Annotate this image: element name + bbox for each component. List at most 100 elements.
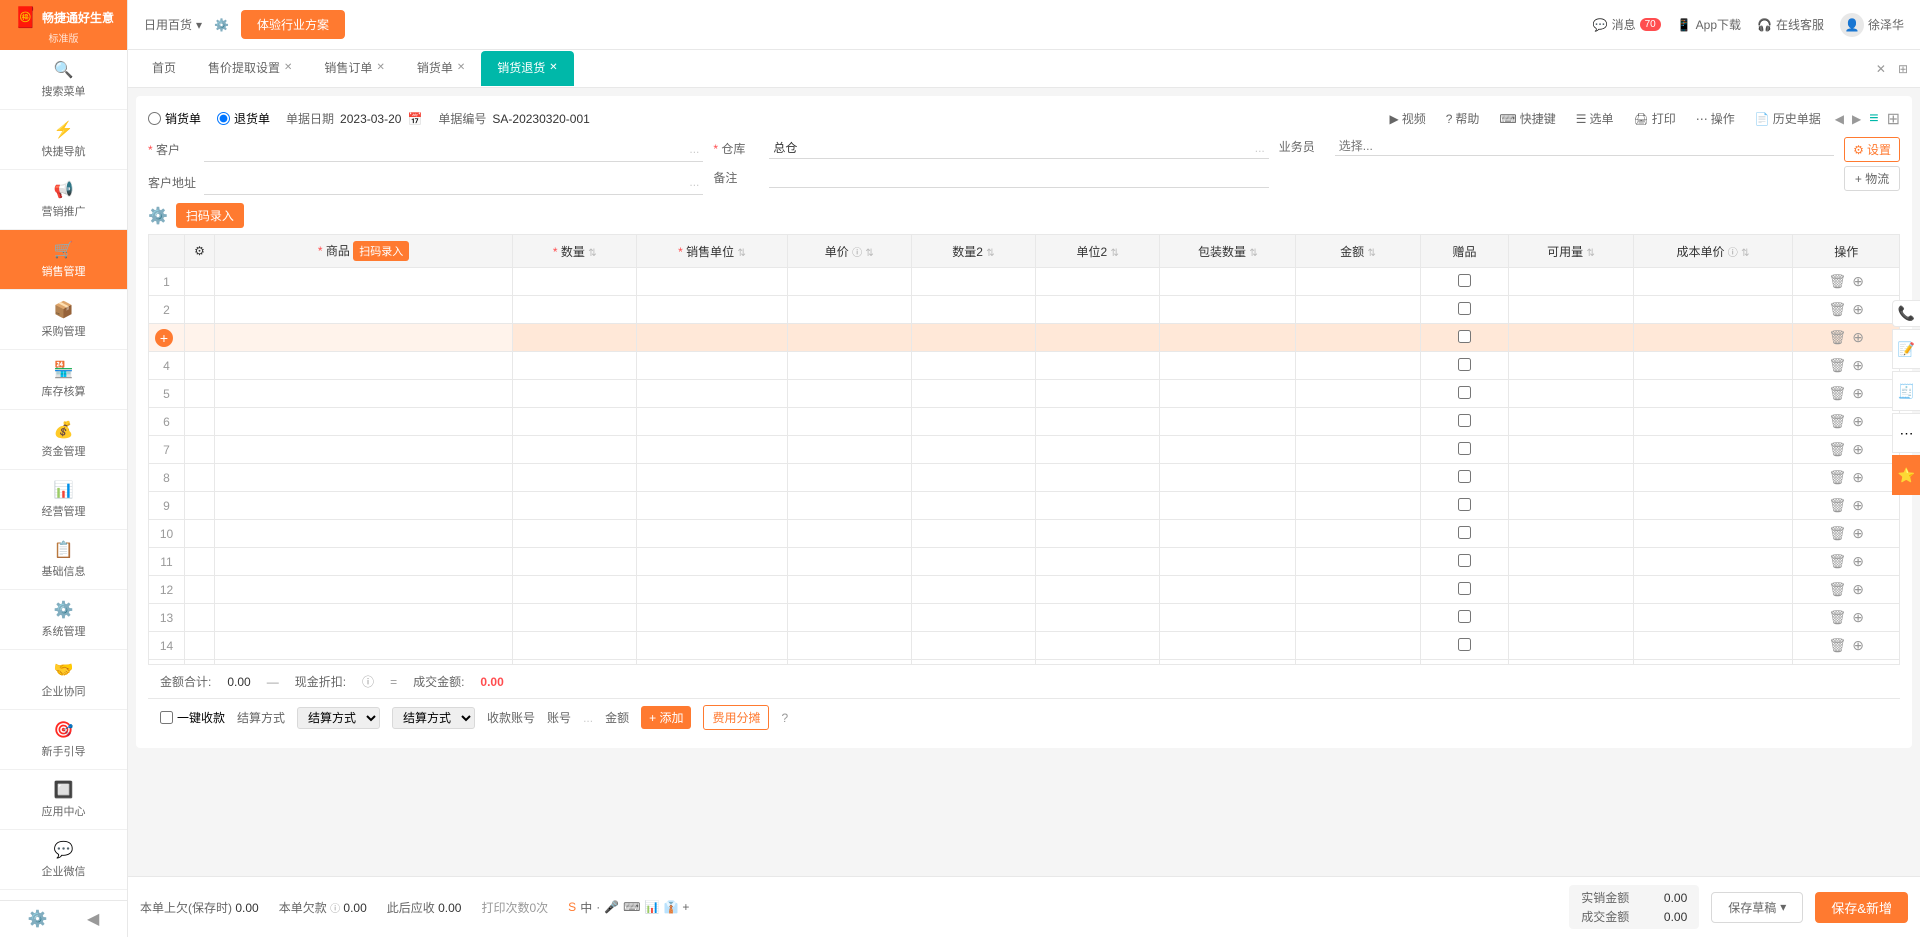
product-input[interactable] — [221, 555, 506, 569]
app-download-btn[interactable]: 📱 App下载 — [1677, 16, 1741, 33]
unit-sort[interactable]: ⇅ — [737, 248, 745, 259]
tab-close-sales[interactable]: ✕ — [457, 62, 465, 73]
warehouse-input[interactable] — [797, 141, 1254, 155]
copy-row-btn[interactable]: ⊕ — [1851, 580, 1865, 599]
product-cell[interactable] — [215, 268, 513, 296]
view-list-icon[interactable]: ≡ — [1869, 110, 1878, 128]
tab-price-setting[interactable]: 售价提取设置 ✕ — [192, 51, 308, 86]
tab-close-price[interactable]: ✕ — [284, 62, 292, 73]
gift-check[interactable] — [1458, 386, 1471, 399]
add-payment-btn[interactable]: + 添加 — [641, 706, 691, 729]
sidebar-item-enterprise[interactable]: 🤝 企业协同 — [0, 650, 127, 710]
product-input[interactable] — [221, 527, 506, 541]
product-input[interactable] — [221, 443, 506, 457]
message-btn[interactable]: 💬 消息 70 — [1593, 16, 1661, 33]
product-input[interactable] — [221, 611, 506, 625]
sidebar-item-system[interactable]: ⚙️ 系统管理 — [0, 590, 127, 650]
delete-row-btn[interactable]: 🗑 — [1827, 468, 1847, 487]
help-btn[interactable]: ? 帮助 — [1440, 108, 1486, 129]
copy-row-btn[interactable]: ⊕ — [1851, 356, 1865, 375]
gift-check[interactable] — [1458, 274, 1471, 287]
user-profile[interactable]: 👤 徐泽华 — [1840, 13, 1904, 37]
quick-action-notes[interactable]: 📝 — [1892, 329, 1920, 369]
copy-row-btn[interactable]: ⊕ — [1851, 552, 1865, 571]
price-sort[interactable]: ⇅ — [865, 248, 873, 259]
settings-icon[interactable]: ⚙️ — [214, 18, 229, 32]
copy-row-btn[interactable]: ⊕ — [1851, 524, 1865, 543]
save-new-btn[interactable]: 保存&新增 — [1815, 892, 1908, 923]
product-input[interactable] — [221, 359, 506, 373]
scan-btn[interactable]: 扫码录入 — [176, 203, 244, 228]
gift-check[interactable] — [1458, 526, 1471, 539]
sidebar-item-apps[interactable]: 🔲 应用中心 — [0, 770, 127, 830]
copy-row-btn[interactable]: ⊕ — [1851, 412, 1865, 431]
tab-sales[interactable]: 销货单 ✕ — [401, 51, 481, 86]
customer-input[interactable] — [208, 139, 689, 159]
quick-action-contact[interactable]: 📞 — [1892, 300, 1920, 327]
sidebar-item-finance[interactable]: 💰 资金管理 — [0, 410, 127, 470]
org-selector[interactable]: 日用百货 ▾ — [144, 16, 202, 33]
sidebar-item-newbie[interactable]: 🎯 新手引导 — [0, 710, 127, 770]
copy-row-btn[interactable]: ⊕ — [1851, 496, 1865, 515]
video-btn[interactable]: ▶ 视频 — [1383, 108, 1431, 129]
expense-help-icon[interactable]: ? — [781, 711, 788, 725]
copy-row-btn[interactable]: ⊕ — [1851, 636, 1865, 655]
sidebar-item-member[interactable]: 👑 畅会员 — [0, 890, 127, 900]
remark-input[interactable] — [769, 167, 1268, 188]
quick-action-invoice[interactable]: 🧾 — [1892, 371, 1920, 411]
quick-action-more[interactable]: ⋯ — [1892, 413, 1920, 453]
delete-row-btn[interactable]: 🗑 — [1827, 496, 1847, 515]
gift-check[interactable] — [1458, 442, 1471, 455]
delete-row-btn[interactable]: 🗑 — [1827, 300, 1847, 319]
delete-row-btn[interactable]: 🗑 — [1827, 272, 1847, 291]
copy-row-btn[interactable]: ⊕ — [1851, 384, 1865, 403]
view-grid-icon[interactable]: ⊞ — [1887, 109, 1900, 129]
qty2-sort[interactable]: ⇅ — [986, 248, 994, 259]
gift-check[interactable] — [1458, 358, 1471, 371]
copy-row-btn[interactable]: ⊕ — [1851, 468, 1865, 487]
gift-check[interactable] — [1458, 554, 1471, 567]
sidebar-item-promo[interactable]: 📢 营销推广 — [0, 170, 127, 230]
save-draft-btn[interactable]: 保存草稿 ▾ — [1711, 892, 1803, 923]
add-row-btn[interactable]: + — [155, 329, 173, 347]
discount-help[interactable]: ⓘ — [362, 673, 374, 690]
onepay-check[interactable]: 一键收款 — [160, 709, 225, 726]
debt-circle[interactable]: ⓘ — [330, 904, 340, 915]
radio-return-input[interactable] — [217, 112, 230, 125]
address-input[interactable] — [208, 172, 689, 192]
tab-return[interactable]: 销货退货 ✕ — [481, 51, 573, 86]
sidebar-item-operations[interactable]: 📊 经营管理 — [0, 470, 127, 530]
product-input[interactable] — [221, 387, 506, 401]
product-input[interactable] — [221, 471, 506, 485]
customer-more-icon[interactable]: ... — [689, 142, 699, 156]
table-scan-btn[interactable]: 扫码录入 — [353, 241, 409, 261]
online-service-btn[interactable]: 🎧 在线客服 — [1757, 16, 1824, 33]
gift-check[interactable] — [1458, 302, 1471, 315]
product-input-active[interactable] — [221, 331, 506, 345]
tab-sales-order[interactable]: 销售订单 ✕ — [308, 51, 400, 86]
warehouse-more-icon[interactable]: ... — [1255, 141, 1265, 155]
radio-sale-input[interactable] — [148, 112, 161, 125]
prev-record-icon[interactable]: ◀ — [1835, 112, 1844, 126]
method-select[interactable]: 结算方式 — [297, 707, 380, 729]
delete-row-btn[interactable]: 🗑 — [1827, 580, 1847, 599]
onepay-checkbox[interactable] — [160, 711, 173, 724]
table-settings-icon[interactable]: ⚙️ — [148, 206, 168, 226]
gift-check[interactable] — [1458, 470, 1471, 483]
draft-dropdown-icon[interactable]: ▾ — [1780, 900, 1786, 914]
product-input[interactable] — [221, 275, 506, 289]
tab-close-order[interactable]: ✕ — [376, 62, 384, 73]
radio-sale[interactable]: 销货单 — [148, 110, 201, 127]
gift-check[interactable] — [1458, 610, 1471, 623]
radio-return[interactable]: 退货单 — [217, 110, 270, 127]
gift-check[interactable] — [1458, 638, 1471, 651]
expense-btn[interactable]: 费用分摊 — [703, 705, 769, 730]
pack-sort[interactable]: ⇅ — [1249, 248, 1257, 259]
product-input[interactable] — [221, 639, 506, 653]
gift-check[interactable] — [1458, 498, 1471, 511]
amount-sort[interactable]: ⇅ — [1368, 248, 1376, 259]
sidebar-item-inventory[interactable]: 🏪 库存核算 — [0, 350, 127, 410]
quick-action-mark[interactable]: ⭐ — [1892, 455, 1920, 495]
settings-side-btn[interactable]: ⚙ 设置 — [1844, 137, 1900, 162]
copy-row-btn[interactable]: ⊕ — [1851, 440, 1865, 459]
